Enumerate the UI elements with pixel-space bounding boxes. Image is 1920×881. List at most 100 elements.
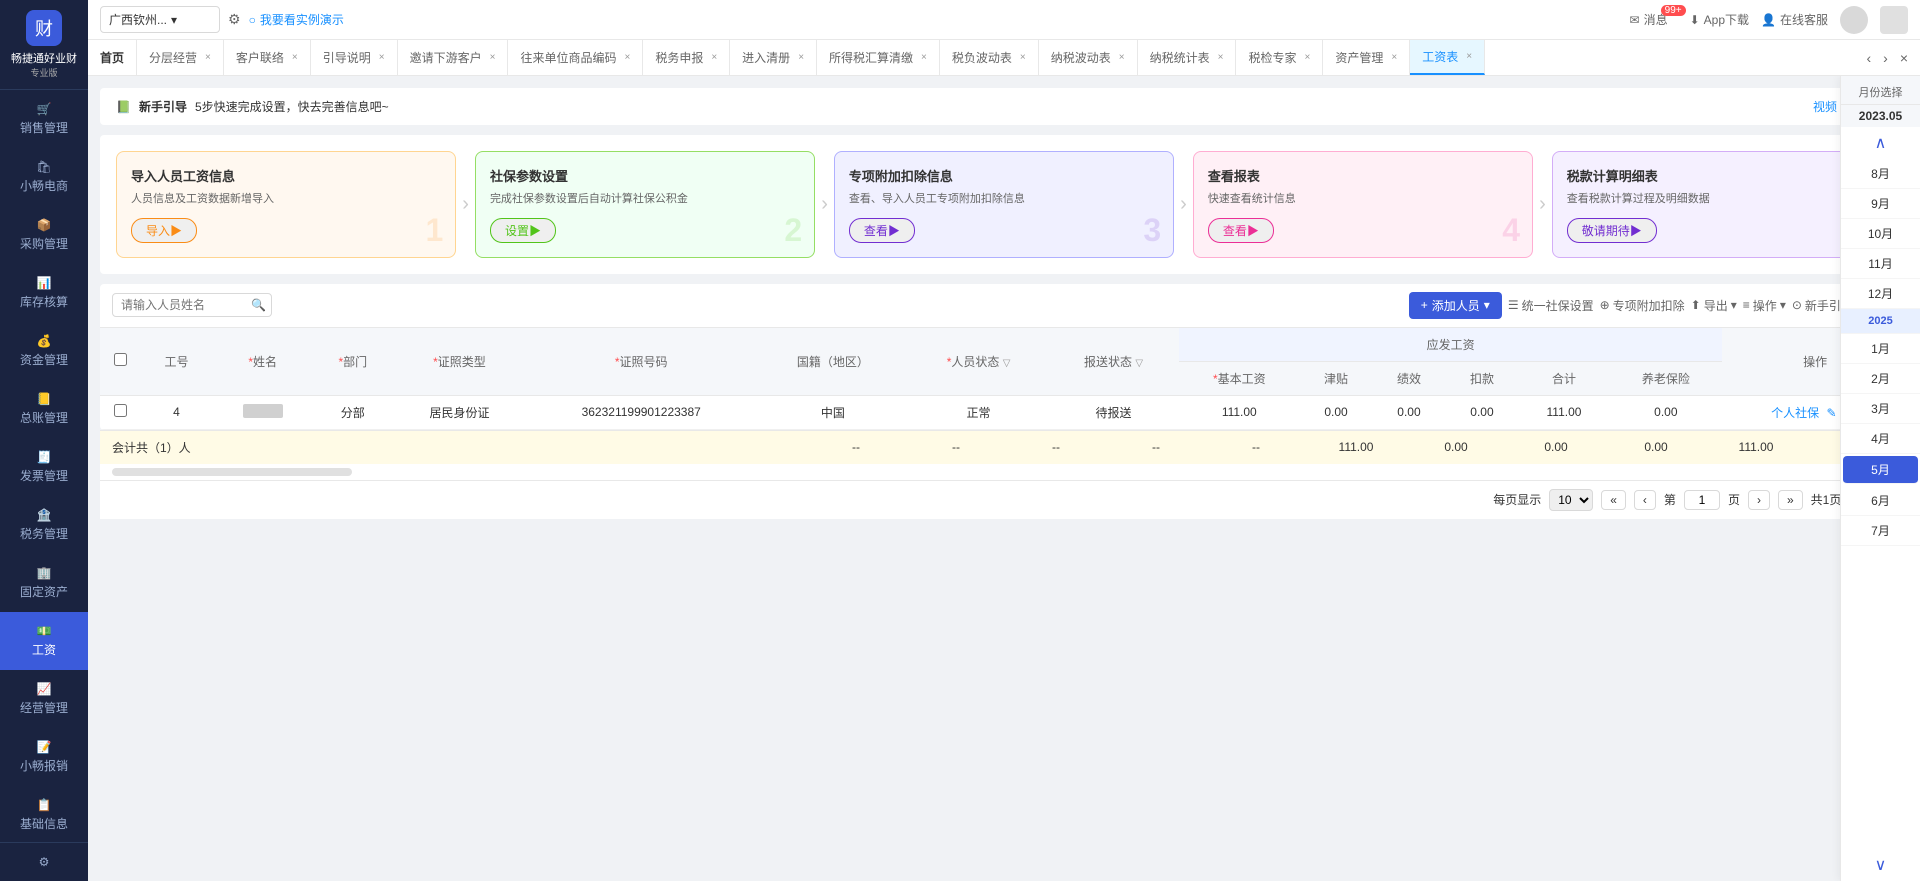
month-item-2[interactable]: 2月	[1841, 364, 1920, 394]
tab-unit-code-close[interactable]: ×	[624, 52, 630, 63]
company-selector[interactable]: 广西钦州... ▾	[100, 6, 220, 33]
sidebar-item-invoice[interactable]: 🧾 发票管理	[0, 438, 88, 496]
tab-tax-expert-close[interactable]: ×	[1304, 52, 1310, 63]
step-5-btn[interactable]: 敬请期待▶	[1567, 218, 1657, 243]
tab-clearance[interactable]: 进入清册 ×	[730, 40, 817, 75]
tab-unit-code[interactable]: 往来单位商品编码 ×	[508, 40, 643, 75]
unified-settings-button[interactable]: ☰ 统一社保设置	[1508, 297, 1594, 314]
sidebar-item-tax[interactable]: 🏦 税务管理	[0, 496, 88, 554]
sidebar-item-operation[interactable]: 📈 经营管理	[0, 670, 88, 728]
row-checkbox[interactable]	[114, 404, 127, 417]
sidebar-item-inventory[interactable]: 📊 库存核算	[0, 264, 88, 322]
sidebar-item-fixed[interactable]: 🏢 固定资产	[0, 554, 88, 612]
horizontal-scrollbar[interactable]	[112, 468, 352, 476]
tab-tax-report[interactable]: 税务申报 ×	[643, 40, 730, 75]
tab-tax-stat-close[interactable]: ×	[1119, 52, 1125, 63]
sidebar-item-ledger[interactable]: 📒 总账管理	[0, 380, 88, 438]
tab-asset-close[interactable]: ×	[1391, 52, 1397, 63]
sidebar-item-sales[interactable]: 🛒 销售管理	[0, 90, 88, 148]
month-item-9[interactable]: 9月	[1841, 189, 1920, 219]
app-download-button[interactable]: ⬇ App下载	[1690, 11, 1749, 28]
sidebar-settings[interactable]: ⚙	[0, 842, 88, 881]
month-item-8[interactable]: 8月	[1841, 159, 1920, 189]
month-item-7[interactable]: 7月	[1841, 516, 1920, 546]
page-next-btn[interactable]: ›	[1748, 490, 1770, 510]
month-item-3[interactable]: 3月	[1841, 394, 1920, 424]
footer-dash-5: --	[1216, 440, 1296, 454]
message-button[interactable]: ✉ 消息 99+	[1630, 11, 1678, 28]
tab-tax-stat[interactable]: 纳税波动表 ×	[1039, 40, 1138, 75]
month-nav-down[interactable]: ∨	[1869, 853, 1893, 877]
intro-video-btn[interactable]: 视频	[1813, 98, 1837, 115]
demo-link[interactable]: ○ 我要看实例演示	[249, 11, 344, 28]
tab-guide-close[interactable]: ×	[379, 52, 385, 63]
operations-arrow: ▾	[1780, 298, 1786, 312]
row-action-edit[interactable]: ✎	[1826, 406, 1836, 420]
search-input[interactable]	[112, 293, 272, 317]
tab-asset[interactable]: 资产管理 ×	[1323, 40, 1410, 75]
special-deduction-button[interactable]: ⊕ 专项附加扣除	[1600, 297, 1685, 314]
tab-tax-relief[interactable]: 税负波动表 ×	[940, 40, 1039, 75]
month-item-1[interactable]: 1月	[1841, 334, 1920, 364]
tab-invite-close[interactable]: ×	[490, 52, 496, 63]
tab-tax-calc[interactable]: 所得税汇算清缴 ×	[817, 40, 940, 75]
new-guide-icon: ⊙	[1792, 298, 1802, 312]
tab-tax-report-close[interactable]: ×	[711, 52, 717, 63]
tab-tax-count[interactable]: 纳税统计表 ×	[1138, 40, 1237, 75]
user-avatar[interactable]	[1840, 6, 1868, 34]
page-first-btn[interactable]: «	[1601, 490, 1626, 510]
export-button[interactable]: ⬆ 导出 ▾	[1691, 297, 1737, 314]
tab-invite[interactable]: 邀请下游客户 ×	[398, 40, 509, 75]
step-1-btn[interactable]: 导入▶	[131, 218, 197, 243]
tab-salary-close[interactable]: ×	[1466, 51, 1472, 62]
page-size-select[interactable]: 10 20 50	[1549, 489, 1593, 511]
tab-tax-expert[interactable]: 税检专家 ×	[1236, 40, 1323, 75]
tab-home[interactable]: 首页	[88, 40, 137, 75]
row-action-social-insurance[interactable]: 个人社保	[1771, 404, 1819, 421]
report-sort-icon[interactable]: ▽	[1135, 358, 1143, 369]
month-item-4[interactable]: 4月	[1841, 424, 1920, 454]
online-service-button[interactable]: 👤 在线客服	[1761, 11, 1828, 28]
tab-partition[interactable]: 分层经营 ×	[137, 40, 224, 75]
month-item-5-active[interactable]: 5月	[1843, 456, 1918, 484]
sidebar-item-capital[interactable]: 💰 资金管理	[0, 322, 88, 380]
tab-tax-calc-close[interactable]: ×	[921, 52, 927, 63]
page-number-input[interactable]	[1684, 490, 1720, 510]
sidebar-item-salary[interactable]: 💵 工资	[0, 612, 88, 670]
operations-button[interactable]: ≡ 操作 ▾	[1743, 297, 1786, 314]
tab-guide[interactable]: 引导说明 ×	[311, 40, 398, 75]
sidebar-item-ecommerce[interactable]: 🛍 小畅电商	[0, 148, 88, 206]
topbar-settings-icon[interactable]: ⚙	[228, 11, 241, 28]
month-item-10[interactable]: 10月	[1841, 219, 1920, 249]
tab-salary[interactable]: 工资表 ×	[1410, 40, 1485, 75]
sidebar-item-report[interactable]: 📝 小畅报销	[0, 728, 88, 786]
month-nav-up[interactable]: ∧	[1869, 131, 1893, 155]
page-prev-btn[interactable]: ‹	[1634, 490, 1656, 510]
sidebar-item-purchase[interactable]: 📦 采购管理	[0, 206, 88, 264]
search-icon[interactable]: 🔍	[251, 298, 266, 312]
page-last-btn[interactable]: »	[1778, 490, 1803, 510]
status-sort-icon[interactable]: ▽	[1003, 358, 1011, 369]
footer-dash-4: --	[1116, 440, 1196, 454]
month-item-11[interactable]: 11月	[1841, 249, 1920, 279]
user-menu[interactable]	[1880, 6, 1908, 34]
select-all-checkbox[interactable]	[114, 353, 127, 366]
step-4-btn[interactable]: 查看▶	[1208, 218, 1274, 243]
step-3-btn[interactable]: 查看▶	[849, 218, 915, 243]
tab-partition-close[interactable]: ×	[205, 52, 211, 63]
month-item-12[interactable]: 12月	[1841, 279, 1920, 309]
tab-scroll-left[interactable]: ‹	[1862, 48, 1875, 68]
sidebar-item-basic[interactable]: 📋 基础信息	[0, 786, 88, 842]
month-item-6[interactable]: 6月	[1841, 486, 1920, 516]
tab-tax-relief-close[interactable]: ×	[1020, 52, 1026, 63]
tab-unit-code-label: 往来单位商品编码	[520, 49, 616, 66]
tab-scroll-right[interactable]: ›	[1879, 48, 1892, 68]
tab-close-all[interactable]: ×	[1896, 48, 1912, 68]
message-badge: 99+	[1661, 5, 1686, 16]
step-2-btn[interactable]: 设置▶	[490, 218, 556, 243]
tab-tax-count-close[interactable]: ×	[1218, 52, 1224, 63]
tab-customer-close[interactable]: ×	[292, 52, 298, 63]
tab-clearance-close[interactable]: ×	[798, 52, 804, 63]
tab-customer[interactable]: 客户联络 ×	[224, 40, 311, 75]
add-person-button[interactable]: + 添加人员 ▾	[1409, 292, 1502, 319]
